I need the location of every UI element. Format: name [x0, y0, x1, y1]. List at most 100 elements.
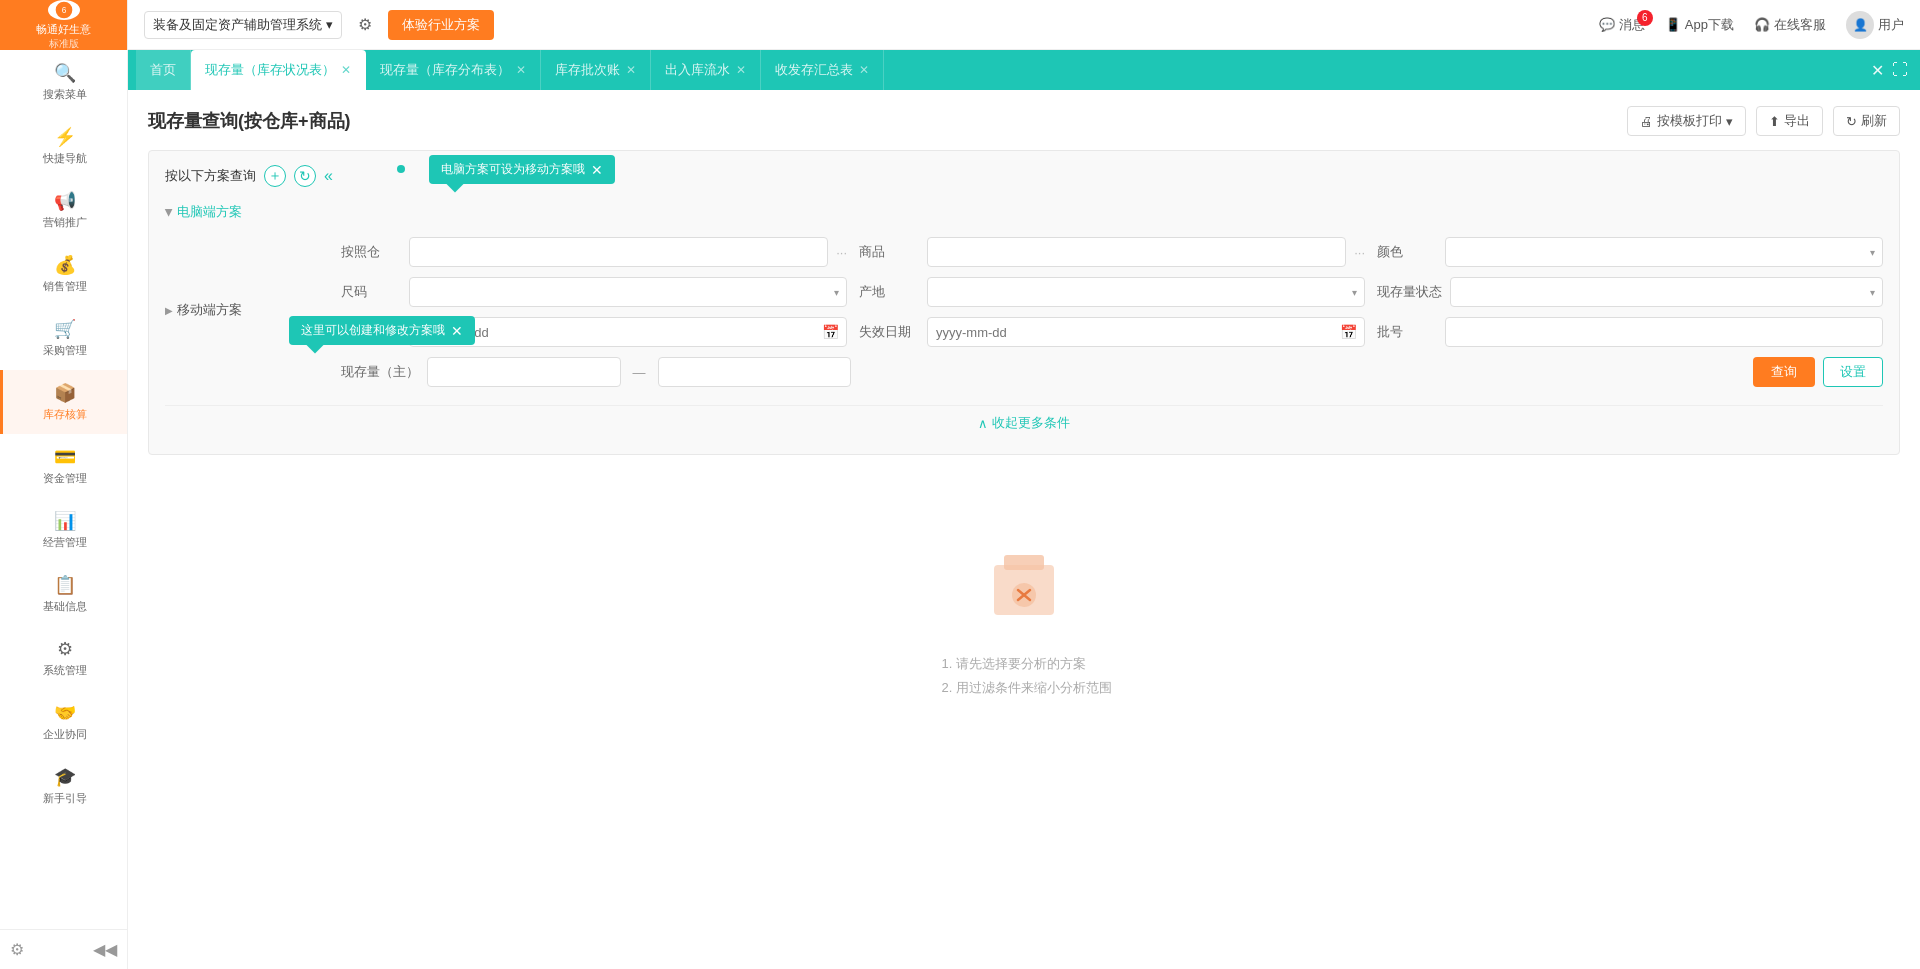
warehouse-label: 按照仓	[341, 243, 401, 261]
warehouse-input[interactable]	[409, 237, 828, 267]
tab-inventory-dist[interactable]: 现存量（库存分布表） ✕	[366, 50, 541, 90]
tab-batch-account-close[interactable]: ✕	[626, 63, 636, 77]
collapse-bar[interactable]: ∧ 收起更多条件	[165, 405, 1883, 440]
settings-bottom-icon[interactable]: ⚙	[10, 940, 24, 959]
logo-text: 畅通好生意	[36, 22, 91, 37]
collapse-up-icon: ∧	[978, 416, 988, 431]
tab-summary-close[interactable]: ✕	[859, 63, 869, 77]
expire-date-calendar-icon[interactable]: 📅	[1340, 324, 1357, 340]
template-print-button[interactable]: 🖨 按模板打印 ▾	[1627, 106, 1746, 136]
sidebar-item-enterprise[interactable]: 🤝 企业协同	[0, 690, 127, 754]
chevron-down-icon: ▾	[1726, 114, 1733, 129]
collapse-sidebar-icon[interactable]: ◀◀	[93, 940, 117, 959]
tab-inventory-status[interactable]: 现存量（库存状况表） ✕	[191, 50, 366, 90]
stock-qty-max-input[interactable]	[658, 357, 852, 387]
user-avatar: 👤	[1846, 11, 1874, 39]
search-icon: 🔍	[54, 62, 76, 84]
stock-status-select[interactable]	[1450, 277, 1883, 307]
color-label: 颜色	[1377, 243, 1437, 261]
search-button[interactable]: 查询	[1753, 357, 1815, 387]
sidebar-bottom: ⚙ ◀◀	[0, 929, 127, 969]
origin-select[interactable]	[927, 277, 1365, 307]
tab-inout-flow-close[interactable]: ✕	[736, 63, 746, 77]
origin-field: 产地 ▾	[859, 277, 1365, 307]
scheme-pc-label: 电脑端方案	[177, 203, 242, 221]
search-actions: 查询 设置	[863, 357, 1883, 387]
sidebar-item-marketing[interactable]: 📢 营销推广	[0, 178, 127, 242]
sidebar-item-quick-nav[interactable]: ⚡ 快捷导航	[0, 114, 127, 178]
product-field: 商品 ···	[859, 237, 1365, 267]
produce-date-calendar-icon[interactable]: 📅	[822, 324, 839, 340]
batch-input[interactable]	[1445, 317, 1883, 347]
sidebar-item-search[interactable]: 🔍 搜索菜单	[0, 50, 127, 114]
sidebar-item-newbie[interactable]: 🎓 新手引导	[0, 754, 127, 818]
scheme-edit-close[interactable]: ✕	[451, 323, 463, 339]
tab-inout-flow-label: 出入库流水	[665, 61, 730, 79]
stock-qty-min-input[interactable]	[427, 357, 621, 387]
message-badge: 6	[1637, 10, 1653, 26]
origin-select-wrapper: ▾	[927, 277, 1365, 307]
inventory-icon: 📦	[54, 382, 76, 404]
tab-home-label: 首页	[150, 61, 176, 79]
tab-inventory-dist-close[interactable]: ✕	[516, 63, 526, 77]
product-dots[interactable]: ···	[1354, 245, 1365, 260]
user-item[interactable]: 👤 用户	[1846, 11, 1904, 39]
svg-rect-3	[1004, 555, 1044, 570]
sidebar-item-sales[interactable]: 💰 销售管理	[0, 242, 127, 306]
range-separator: —	[629, 365, 650, 380]
tab-home[interactable]: 首页	[136, 50, 191, 90]
reset-button[interactable]: 设置	[1823, 357, 1883, 387]
app-logo: 6 畅通好生意 标准版	[0, 0, 127, 50]
sidebar-item-basic-info[interactable]: 📋 基础信息	[0, 562, 127, 626]
logo-sub: 标准版	[49, 37, 79, 51]
product-input[interactable]	[927, 237, 1346, 267]
tab-batch-account[interactable]: 库存批次账 ✕	[541, 50, 651, 90]
filter-row-3: 生产日期 📅 失效日期 📅	[341, 317, 1883, 347]
tab-summary-label: 收发存汇总表	[775, 61, 853, 79]
app-download-item[interactable]: 📱 App下载	[1665, 16, 1734, 34]
sidebar-item-purchase[interactable]: 🛒 采购管理	[0, 306, 127, 370]
sidebar-item-management[interactable]: 📊 经营管理	[0, 498, 127, 562]
color-select-wrapper: ▾	[1445, 237, 1883, 267]
close-tab-icon[interactable]: ✕	[1871, 61, 1884, 80]
system-selector[interactable]: 装备及固定资产辅助管理系统 ▾	[144, 11, 342, 39]
scheme-tooltip-close[interactable]: ✕	[591, 162, 603, 178]
experience-button[interactable]: 体验行业方案	[388, 10, 494, 40]
size-select-wrapper: ▾	[409, 277, 847, 307]
expire-date-input[interactable]	[927, 317, 1365, 347]
color-select[interactable]	[1445, 237, 1883, 267]
headset-icon: 🎧	[1754, 17, 1770, 32]
dot-indicator	[397, 165, 405, 173]
scheme-edit-text: 这里可以创建和修改方案哦	[301, 322, 445, 339]
filter-add-button[interactable]: ＋	[264, 165, 286, 187]
sidebar-item-inventory[interactable]: 📦 库存核算	[0, 370, 127, 434]
maximize-tab-icon[interactable]: ⛶	[1892, 61, 1908, 79]
tab-inventory-status-close[interactable]: ✕	[341, 63, 351, 77]
sidebar: 6 畅通好生意 标准版 🔍 搜索菜单 ⚡ 快捷导航 📢 营销推广 💰 销售管理 …	[0, 0, 128, 969]
filter-refresh-button[interactable]: ↻	[294, 165, 316, 187]
app-download-label: App下载	[1685, 16, 1734, 34]
sidebar-item-system[interactable]: ⚙ 系统管理	[0, 626, 127, 690]
filter-label: 按以下方案查询	[165, 167, 256, 185]
refresh-button[interactable]: ↻ 刷新	[1833, 106, 1900, 136]
scheme-tree-pc[interactable]: ▶ 电脑端方案	[165, 199, 1883, 225]
header-settings-btn[interactable]: ⚙	[350, 10, 380, 40]
tab-inout-flow[interactable]: 出入库流水 ✕	[651, 50, 761, 90]
warehouse-dots[interactable]: ···	[836, 245, 847, 260]
sidebar-item-finance[interactable]: 💳 资金管理	[0, 434, 127, 498]
tabs-bar-end: ✕ ⛶	[1871, 61, 1912, 80]
tab-summary[interactable]: 收发存汇总表 ✕	[761, 50, 884, 90]
filter-back-button[interactable]: «	[324, 167, 333, 185]
filter-section: 按以下方案查询 ＋ ↻ « 电脑方案可设为移动方案哦 ✕ ▶	[148, 150, 1900, 455]
message-icon: 💬	[1599, 17, 1615, 32]
tabs-bar: 首页 现存量（库存状况表） ✕ 现存量（库存分布表） ✕ 库存批次账 ✕ 出入库…	[128, 50, 1920, 90]
online-service-item[interactable]: 🎧 在线客服	[1754, 16, 1826, 34]
page-title-bar: 现存量查询(按仓库+商品) 🖨 按模板打印 ▾ ⬆ 导出 ↻ 刷新	[148, 106, 1900, 136]
main-content: 装备及固定资产辅助管理系统 ▾ ⚙ 体验行业方案 💬 消息 6 📱 App下载 …	[128, 0, 1920, 969]
message-item[interactable]: 💬 消息 6	[1599, 16, 1645, 34]
size-select[interactable]	[409, 277, 847, 307]
export-button[interactable]: ⬆ 导出	[1756, 106, 1823, 136]
filter-header: 按以下方案查询 ＋ ↻ « 电脑方案可设为移动方案哦 ✕	[165, 165, 1883, 187]
sidebar-nav: 🔍 搜索菜单 ⚡ 快捷导航 📢 营销推广 💰 销售管理 🛒 采购管理 📦 库存核…	[0, 50, 127, 929]
size-label: 尺码	[341, 283, 401, 301]
